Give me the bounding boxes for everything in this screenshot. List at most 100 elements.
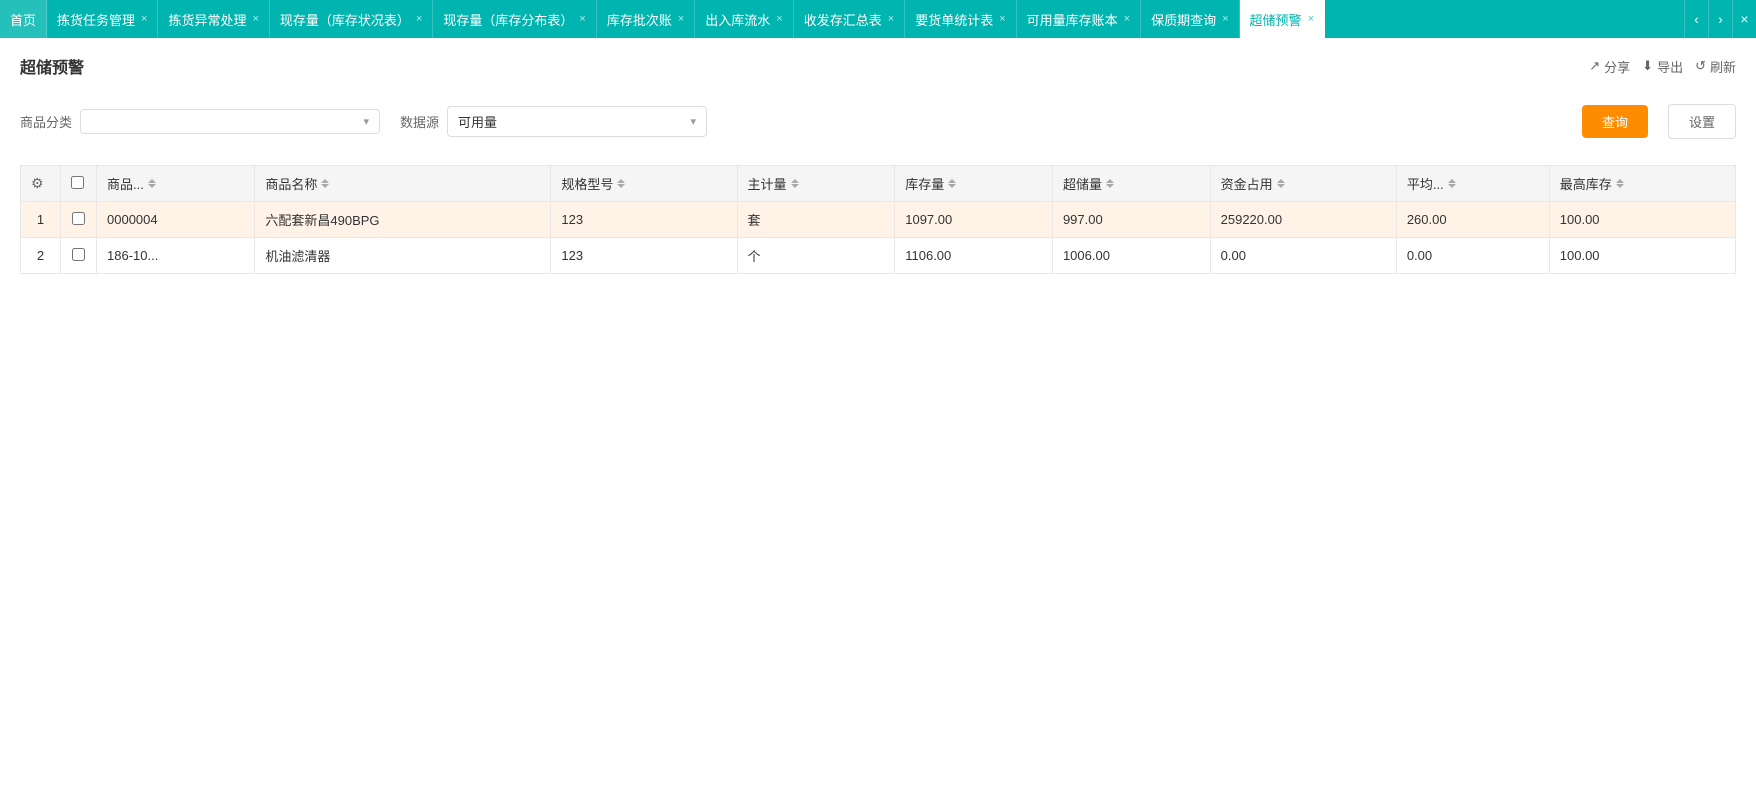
nav-req-stats-close[interactable]: × bbox=[999, 13, 1005, 25]
stock-qty: 1097.00 bbox=[895, 202, 1053, 238]
table-row: 2 186-10... 机油滤清器 123 个 1106.00 1006.00 … bbox=[21, 238, 1736, 274]
nav-arrows: ‹ › × bbox=[1684, 0, 1756, 38]
sort-stock-icon bbox=[948, 179, 956, 188]
col-stock-header[interactable]: 库存量 bbox=[895, 166, 1053, 202]
nav-stock-dist-close[interactable]: × bbox=[579, 13, 585, 25]
share-button[interactable]: ↗ 分享 bbox=[1589, 57, 1630, 76]
data-table: ⚙ 商品... 商品名称 bbox=[20, 165, 1736, 274]
sort-overstock-icon bbox=[1106, 179, 1114, 188]
gear-icon[interactable]: ⚙ bbox=[31, 175, 44, 191]
header-actions: ↗ 分享 ⬇ 导出 ↺ 刷新 bbox=[1589, 57, 1736, 76]
datasource-select[interactable]: 可用量 ▾ bbox=[447, 106, 707, 137]
col-overstock-header[interactable]: 超储量 bbox=[1052, 166, 1210, 202]
overstock-qty: 997.00 bbox=[1052, 202, 1210, 238]
nav-available-stock-close[interactable]: × bbox=[1124, 13, 1130, 25]
nav-shelf-life-label: 保质期查询 bbox=[1151, 10, 1216, 29]
col-avg-label: 平均... bbox=[1407, 174, 1444, 193]
nav-pick-task-label: 拣货任务管理 bbox=[57, 10, 135, 29]
query-button[interactable]: 查询 bbox=[1582, 105, 1648, 138]
nav-stock-batch-close[interactable]: × bbox=[678, 13, 684, 25]
row-checkbox[interactable] bbox=[72, 248, 85, 261]
sort-capital-icon bbox=[1277, 179, 1285, 188]
sort-name-icon bbox=[321, 179, 329, 188]
nav-req-stats[interactable]: 要货单统计表 × bbox=[905, 0, 1016, 38]
page-header: 超储预警 ↗ 分享 ⬇ 导出 ↺ 刷新 bbox=[20, 54, 1736, 78]
overstock-qty: 1006.00 bbox=[1052, 238, 1210, 274]
col-product-code-label: 商品... bbox=[107, 174, 144, 193]
export-button[interactable]: ⬇ 导出 bbox=[1642, 57, 1683, 76]
datasource-filter: 数据源 可用量 ▾ bbox=[400, 106, 707, 137]
spec: 123 bbox=[551, 202, 737, 238]
nav-inout-flow-label: 出入库流水 bbox=[705, 10, 770, 29]
col-overstock-label: 超储量 bbox=[1063, 174, 1102, 193]
refresh-icon: ↺ bbox=[1695, 58, 1706, 74]
row-checkbox[interactable] bbox=[72, 212, 85, 225]
sort-unit-icon bbox=[791, 179, 799, 188]
nav-inout-flow-close[interactable]: × bbox=[776, 13, 782, 25]
nav-stock-dist-label: 现存量（库存分布表） bbox=[443, 10, 573, 29]
nav-overstock-label: 超储预警 bbox=[1250, 10, 1302, 29]
datasource-label: 数据源 bbox=[400, 112, 439, 131]
settings-button[interactable]: 设置 bbox=[1668, 104, 1736, 139]
nav-pick-exception-label: 拣货异常处理 bbox=[168, 10, 246, 29]
nav-receive-summary-label: 收发存汇总表 bbox=[804, 10, 882, 29]
product-name: 机油滤清器 bbox=[255, 238, 551, 274]
col-spec-header[interactable]: 规格型号 bbox=[551, 166, 737, 202]
spec: 123 bbox=[551, 238, 737, 274]
col-checkbox-header bbox=[61, 166, 97, 202]
datasource-chevron-down-icon: ▾ bbox=[691, 115, 697, 128]
nav-stock-dist[interactable]: 现存量（库存分布表） × bbox=[433, 0, 596, 38]
col-capital-header[interactable]: 资金占用 bbox=[1210, 166, 1396, 202]
nav-shelf-life-close[interactable]: × bbox=[1222, 13, 1228, 25]
nav-available-stock[interactable]: 可用量库存账本 × bbox=[1017, 0, 1141, 38]
nav-prev-btn[interactable]: ‹ bbox=[1684, 0, 1708, 38]
nav-stock-status-close[interactable]: × bbox=[416, 13, 422, 25]
nav-pick-exception[interactable]: 拣货异常处理 × bbox=[158, 0, 269, 38]
unit: 套 bbox=[737, 202, 895, 238]
max-stock: 100.00 bbox=[1549, 202, 1735, 238]
nav-inout-flow[interactable]: 出入库流水 × bbox=[695, 0, 793, 38]
nav-close-all-btn[interactable]: × bbox=[1732, 0, 1756, 38]
col-product-code-header[interactable]: 商品... bbox=[97, 166, 255, 202]
max-stock: 100.00 bbox=[1549, 238, 1735, 274]
col-capital-label: 资金占用 bbox=[1221, 174, 1273, 193]
col-unit-label: 主计量 bbox=[748, 174, 787, 193]
product-code: 0000004 bbox=[97, 202, 255, 238]
refresh-label: 刷新 bbox=[1710, 57, 1736, 76]
row-number: 1 bbox=[21, 202, 61, 238]
nav-overstock-close[interactable]: × bbox=[1308, 13, 1314, 25]
nav-pick-task[interactable]: 拣货任务管理 × bbox=[47, 0, 158, 38]
share-label: 分享 bbox=[1604, 57, 1630, 76]
category-filter: 商品分类 ▾ bbox=[20, 109, 380, 134]
nav-stock-batch-label: 库存批次账 bbox=[607, 10, 672, 29]
nav-pick-task-close[interactable]: × bbox=[141, 13, 147, 25]
select-all-checkbox[interactable] bbox=[71, 176, 84, 189]
row-number: 2 bbox=[21, 238, 61, 274]
nav-pick-exception-close[interactable]: × bbox=[252, 13, 258, 25]
nav-receive-summary-close[interactable]: × bbox=[888, 13, 894, 25]
sort-max-stock-icon bbox=[1616, 179, 1624, 188]
col-unit-header[interactable]: 主计量 bbox=[737, 166, 895, 202]
col-avg-header[interactable]: 平均... bbox=[1396, 166, 1549, 202]
top-navigation: 首页 拣货任务管理 × 拣货异常处理 × 现存量（库存状况表） × 现存量（库存… bbox=[0, 0, 1756, 38]
nav-shelf-life[interactable]: 保质期查询 × bbox=[1141, 0, 1239, 38]
nav-next-btn[interactable]: › bbox=[1708, 0, 1732, 38]
nav-stock-batch[interactable]: 库存批次账 × bbox=[597, 0, 695, 38]
nav-available-stock-label: 可用量库存账本 bbox=[1027, 10, 1118, 29]
col-product-name-header[interactable]: 商品名称 bbox=[255, 166, 551, 202]
refresh-button[interactable]: ↺ 刷新 bbox=[1695, 57, 1736, 76]
nav-stock-status[interactable]: 现存量（库存状况表） × bbox=[270, 0, 433, 38]
col-spec-label: 规格型号 bbox=[561, 174, 613, 193]
nav-receive-summary[interactable]: 收发存汇总表 × bbox=[794, 0, 905, 38]
filter-row: 商品分类 ▾ 数据源 可用量 ▾ 查询 设置 bbox=[20, 94, 1736, 149]
sort-spec-icon bbox=[617, 179, 625, 188]
col-max-stock-header[interactable]: 最高库存 bbox=[1549, 166, 1735, 202]
category-label: 商品分类 bbox=[20, 112, 72, 131]
datasource-select-value: 可用量 bbox=[458, 112, 690, 131]
category-select[interactable]: ▾ bbox=[80, 109, 380, 134]
row-checkbox-cell bbox=[61, 238, 97, 274]
nav-home[interactable]: 首页 bbox=[0, 0, 47, 38]
nav-stock-status-label: 现存量（库存状况表） bbox=[280, 10, 410, 29]
nav-overstock[interactable]: 超储预警 × bbox=[1240, 0, 1325, 38]
avg-value: 0.00 bbox=[1396, 238, 1549, 274]
